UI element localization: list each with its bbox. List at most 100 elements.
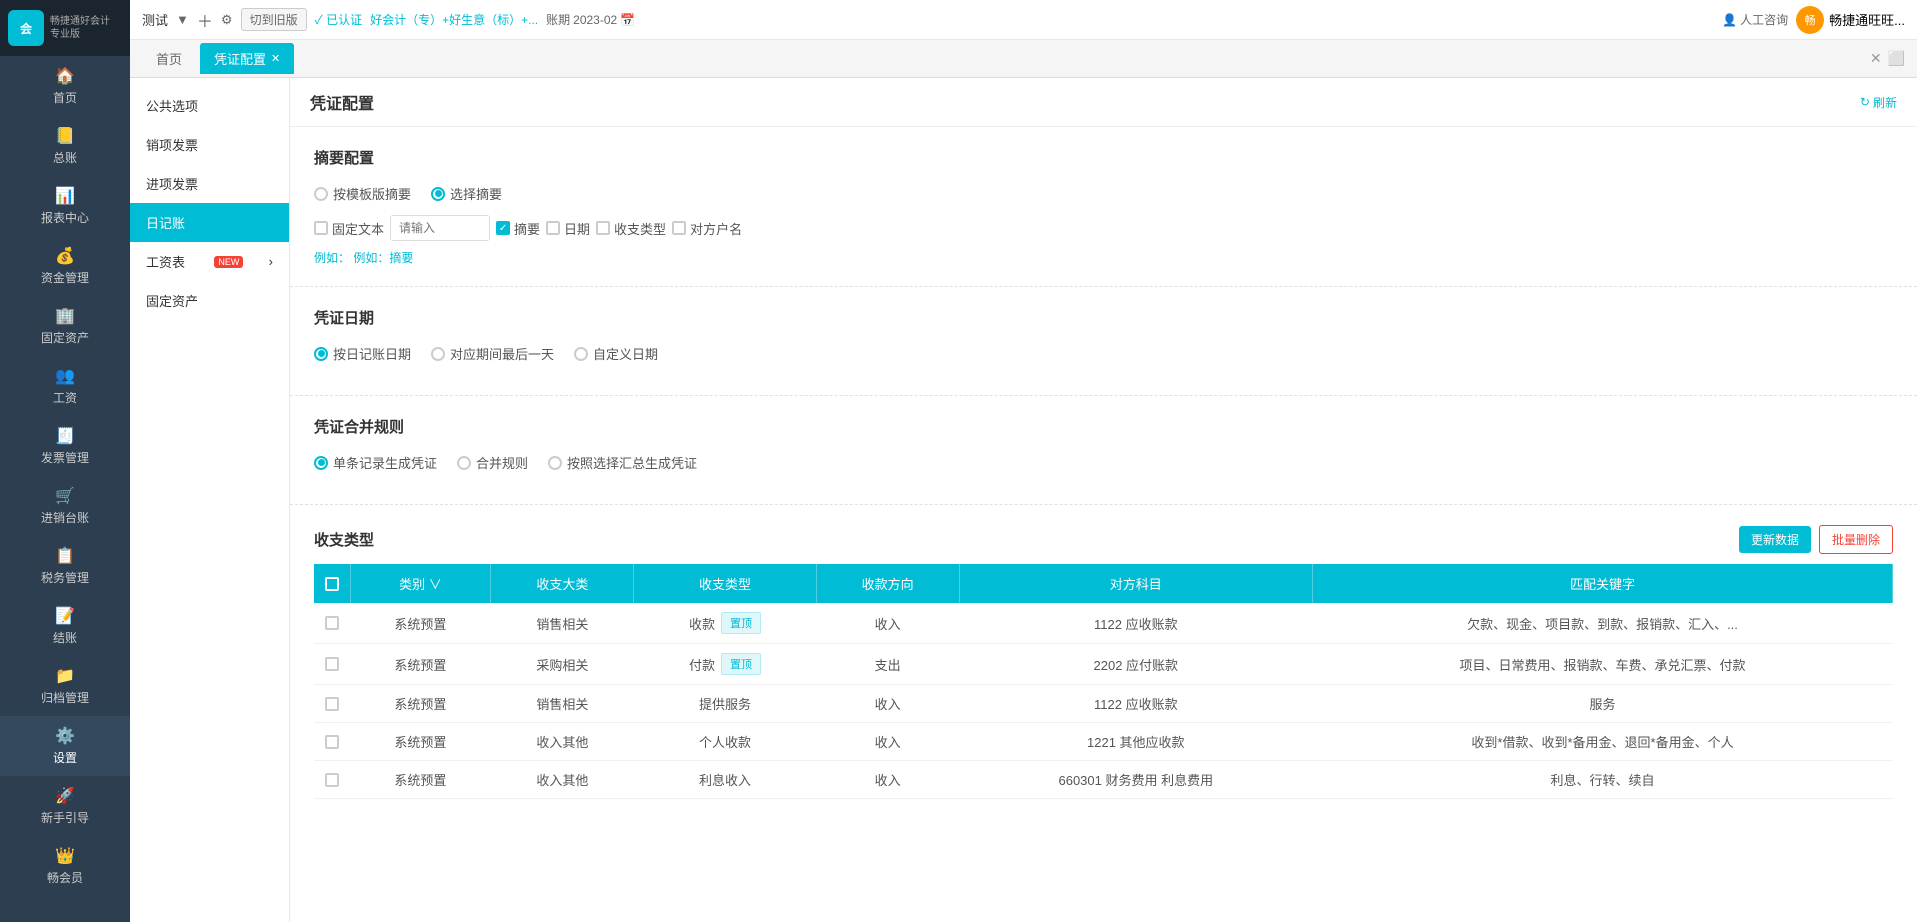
checkbox-summary[interactable]: ✓ 摘要 [496, 219, 540, 238]
radio-diary-date[interactable]: 按日记账日期 [314, 344, 411, 363]
radio-summary-generate[interactable]: 按照选择汇总生成凭证 [548, 453, 697, 472]
radio-period-last[interactable]: 对应期间最后一天 [431, 344, 554, 363]
window-maximize-icon[interactable]: ⬜ [1888, 50, 1905, 67]
radio-single-record[interactable]: 单条记录生成凭证 [314, 453, 437, 472]
tab-home[interactable]: 首页 [142, 43, 196, 74]
radio-merge-label: 合并规则 [476, 453, 528, 472]
left-nav-diary-label: 日记账 [146, 213, 185, 232]
example-text: 例如： 例如：摘要 [314, 249, 1893, 266]
sidebar-item-settings[interactable]: ⚙️ 设置 [0, 716, 130, 776]
checkbox-fixed-text[interactable]: 固定文本 [314, 219, 384, 238]
row-checkbox-box-3[interactable] [325, 735, 339, 749]
main-panel: 凭证配置 ↻ 刷新 摘要配置 按模板版摘要 选择摘要 [290, 78, 1917, 922]
table-header-row: 收支类型 更新数据 批量删除 [314, 505, 1893, 554]
left-nav-diary[interactable]: 日记账 [130, 203, 289, 242]
company-dropdown[interactable]: ▼ [176, 12, 189, 27]
sidebar-item-member[interactable]: 👑 畅会员 [0, 836, 130, 896]
th-checkbox[interactable] [314, 564, 350, 603]
sidebar-item-guide[interactable]: 🚀 新手引导 [0, 776, 130, 836]
radio-select[interactable]: 选择摘要 [431, 184, 502, 203]
member-icon: 👑 [55, 846, 75, 866]
top-tag-btn-1[interactable]: 置顶 [721, 653, 761, 675]
content-wrapper: 公共选项 销项发票 进项发票 日记账 工资表 NEW › 固定资产 [130, 78, 1917, 922]
row-checkbox-1[interactable] [314, 644, 350, 685]
sidebar-item-closing[interactable]: 📝 结账 [0, 596, 130, 656]
date-radio-group: 按日记账日期 对应期间最后一天 自定义日期 [314, 344, 1893, 363]
purchase-icon: 🛒 [55, 486, 75, 506]
select-all-checkbox[interactable] [325, 577, 339, 591]
sidebar-item-invoice[interactable]: 🧾 发票管理 [0, 416, 130, 476]
row-checkbox-box-1[interactable] [325, 657, 339, 671]
update-data-button[interactable]: 更新数据 [1739, 526, 1811, 553]
help-label: 人工咨询 [1740, 11, 1788, 28]
row-checkbox-3[interactable] [314, 723, 350, 761]
fixed-text-input[interactable] [390, 215, 490, 241]
sidebar-label-assets: 固定资产 [41, 329, 89, 346]
radio-merge-rule[interactable]: 合并规则 [457, 453, 528, 472]
row-checkbox-0[interactable] [314, 603, 350, 644]
left-nav-sales-invoice[interactable]: 销项发票 [130, 125, 289, 164]
row-checkbox-box-4[interactable] [325, 773, 339, 787]
table-row: 系统预置 销售相关 收款 置顶 收入 1122 应收账款 欠款、现金、项目款、到… [314, 603, 1893, 644]
sidebar-item-funds[interactable]: 💰 资金管理 [0, 236, 130, 296]
radio-template[interactable]: 按模板版摘要 [314, 184, 411, 203]
cell-bigtype-0: 销售相关 [491, 603, 634, 644]
sidebar-item-salary[interactable]: 👥 工资 [0, 356, 130, 416]
top-tag-btn-0[interactable]: 置顶 [721, 612, 761, 634]
date-title: 凭证日期 [314, 307, 1893, 328]
cell-bigtype-1: 采购相关 [491, 644, 634, 685]
row-checkbox-2[interactable] [314, 685, 350, 723]
checkbox-party-name[interactable]: 对方户名 [672, 219, 742, 238]
checkbox-income-box [596, 221, 610, 235]
left-nav-sales-label: 销项发票 [146, 135, 198, 154]
left-nav-fixed-assets[interactable]: 固定资产 [130, 281, 289, 320]
sidebar-item-home[interactable]: 🏠 首页 [0, 56, 130, 116]
row-checkbox-4[interactable] [314, 761, 350, 799]
checkbox-date-box [546, 221, 560, 235]
checkbox-summary-box: ✓ [496, 221, 510, 235]
old-version-button[interactable]: 切到旧版 [241, 8, 307, 31]
row-checkbox-box-0[interactable] [325, 616, 339, 630]
refresh-button[interactable]: ↻ 刷新 [1860, 94, 1897, 111]
sidebar-item-archive[interactable]: 📁 归档管理 [0, 656, 130, 716]
user-area[interactable]: 畅 畅捷通旺旺... [1796, 6, 1905, 34]
window-close-icon[interactable]: ✕ [1870, 50, 1882, 67]
table-row: 系统预置 收入其他 利息收入 收入 660301 财务费用 利息费用 利息、行转… [314, 761, 1893, 799]
radio-period-label: 对应期间最后一天 [450, 344, 554, 363]
left-nav-purchase-invoice[interactable]: 进项发票 [130, 164, 289, 203]
cell-type-3: 个人收款 [634, 723, 816, 761]
radio-custom-date[interactable]: 自定义日期 [574, 344, 658, 363]
checkbox-date[interactable]: 日期 [546, 219, 590, 238]
cell-type-4: 利息收入 [634, 761, 816, 799]
period-label-text: 账期 [546, 11, 570, 28]
cell-category-2: 系统预置 [350, 685, 491, 723]
table-row: 系统预置 收入其他 个人收款 收入 1221 其他应收款 收到*借款、收到*备用… [314, 723, 1893, 761]
product-tags: 好会计（专）+好生意（标）+... [370, 11, 538, 28]
calendar-icon[interactable]: 📅 [620, 13, 635, 27]
cell-type-2: 提供服务 [634, 685, 816, 723]
tab-voucher-config[interactable]: 凭证配置 ✕ [200, 43, 294, 74]
help-button[interactable]: 👤 人工咨询 [1722, 11, 1788, 28]
tab-home-label: 首页 [156, 52, 182, 67]
cell-subject-0: 1122 应收账款 [959, 603, 1312, 644]
sidebar-item-reports[interactable]: 📊 报表中心 [0, 176, 130, 236]
checkbox-income-type[interactable]: 收支类型 [596, 219, 666, 238]
sidebar-item-assets[interactable]: 🏢 固定资产 [0, 296, 130, 356]
summary-checkbox-group: 固定文本 ✓ 摘要 日期 收支类型 [314, 215, 1893, 241]
sidebar-label-purchase: 进销台账 [41, 509, 89, 526]
add-button[interactable]: ＋ [197, 8, 213, 32]
row-checkbox-box-2[interactable] [325, 697, 339, 711]
sidebar-item-ledger[interactable]: 📒 总账 [0, 116, 130, 176]
left-nav-payroll[interactable]: 工资表 NEW › [130, 242, 289, 281]
batch-delete-button[interactable]: 批量删除 [1819, 525, 1893, 554]
radio-period-circle [431, 347, 445, 361]
cell-subject-3: 1221 其他应收款 [959, 723, 1312, 761]
left-nav-public[interactable]: 公共选项 [130, 86, 289, 125]
sidebar-item-tax[interactable]: 📋 税务管理 [0, 536, 130, 596]
sidebar-item-purchase[interactable]: 🛒 进销台账 [0, 476, 130, 536]
topbar-settings-icon[interactable]: ⚙ [221, 12, 233, 28]
th-type: 收支类型 [634, 564, 816, 603]
radio-select-circle [431, 187, 445, 201]
sidebar-label-reports: 报表中心 [41, 209, 89, 226]
tab-close-icon[interactable]: ✕ [271, 52, 280, 65]
